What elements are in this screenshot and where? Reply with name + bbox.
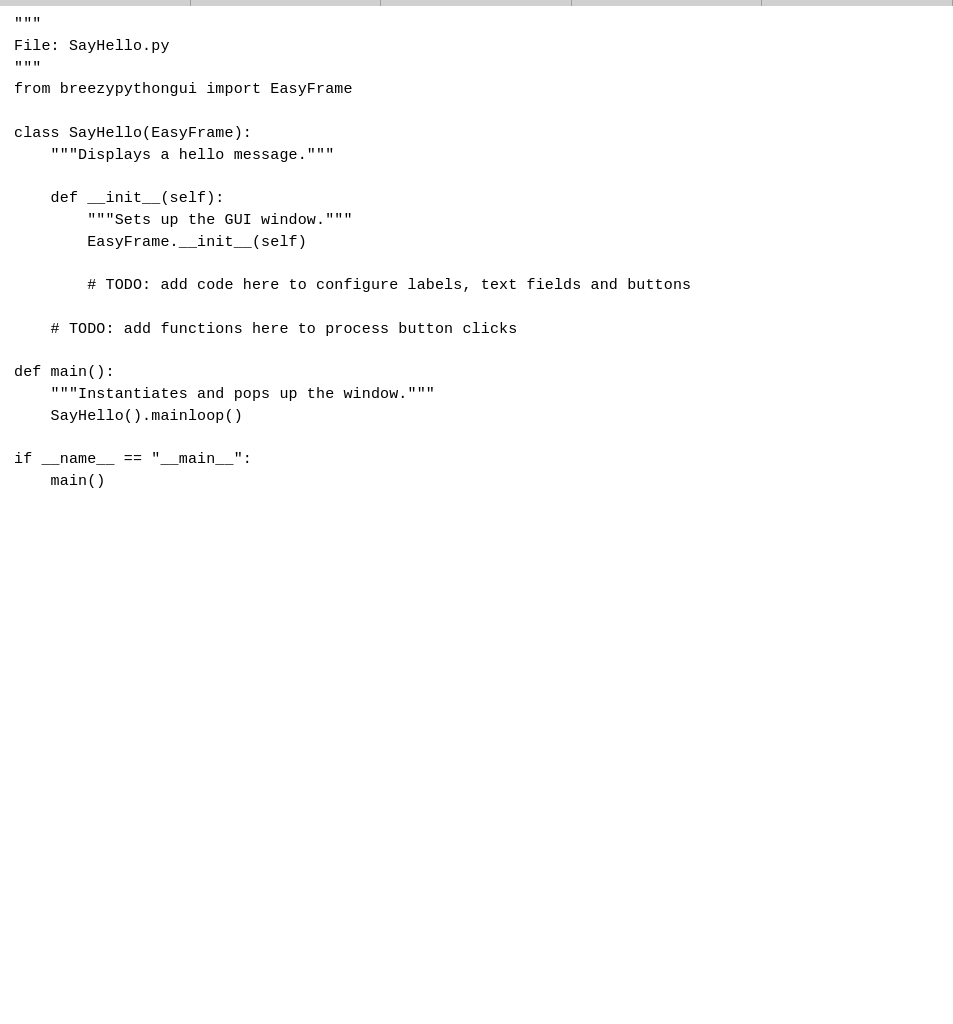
code-line: """Sets up the GUI window.""" [14,210,939,232]
top-bar-segment-3 [381,0,572,6]
code-line: def __init__(self): [14,188,939,210]
code-line: EasyFrame.__init__(self) [14,232,939,254]
code-line [14,427,939,449]
code-line [14,340,939,362]
code-line [14,166,939,188]
code-line [14,297,939,319]
code-line: """ [14,58,939,80]
code-line: """Instantiates and pops up the window."… [14,384,939,406]
code-line: File: SayHello.py [14,36,939,58]
code-line: if __name__ == "__main__": [14,449,939,471]
code-line [14,253,939,275]
code-line: class SayHello(EasyFrame): [14,123,939,145]
code-editor[interactable]: """File: SayHello.py"""from breezypython… [0,6,953,1024]
top-bar-segment-5 [762,0,953,6]
code-line: SayHello().mainloop() [14,406,939,428]
top-bar-segment-4 [572,0,763,6]
top-bar [0,0,953,6]
code-line: # TODO: add code here to configure label… [14,275,939,297]
code-line: """ [14,14,939,36]
code-line: # TODO: add functions here to process bu… [14,319,939,341]
code-line: """Displays a hello message.""" [14,145,939,167]
code-line [14,101,939,123]
top-bar-segment-1 [0,0,191,6]
code-line: from breezypythongui import EasyFrame [14,79,939,101]
code-line: def main(): [14,362,939,384]
code-line: main() [14,471,939,493]
top-bar-segment-2 [191,0,382,6]
